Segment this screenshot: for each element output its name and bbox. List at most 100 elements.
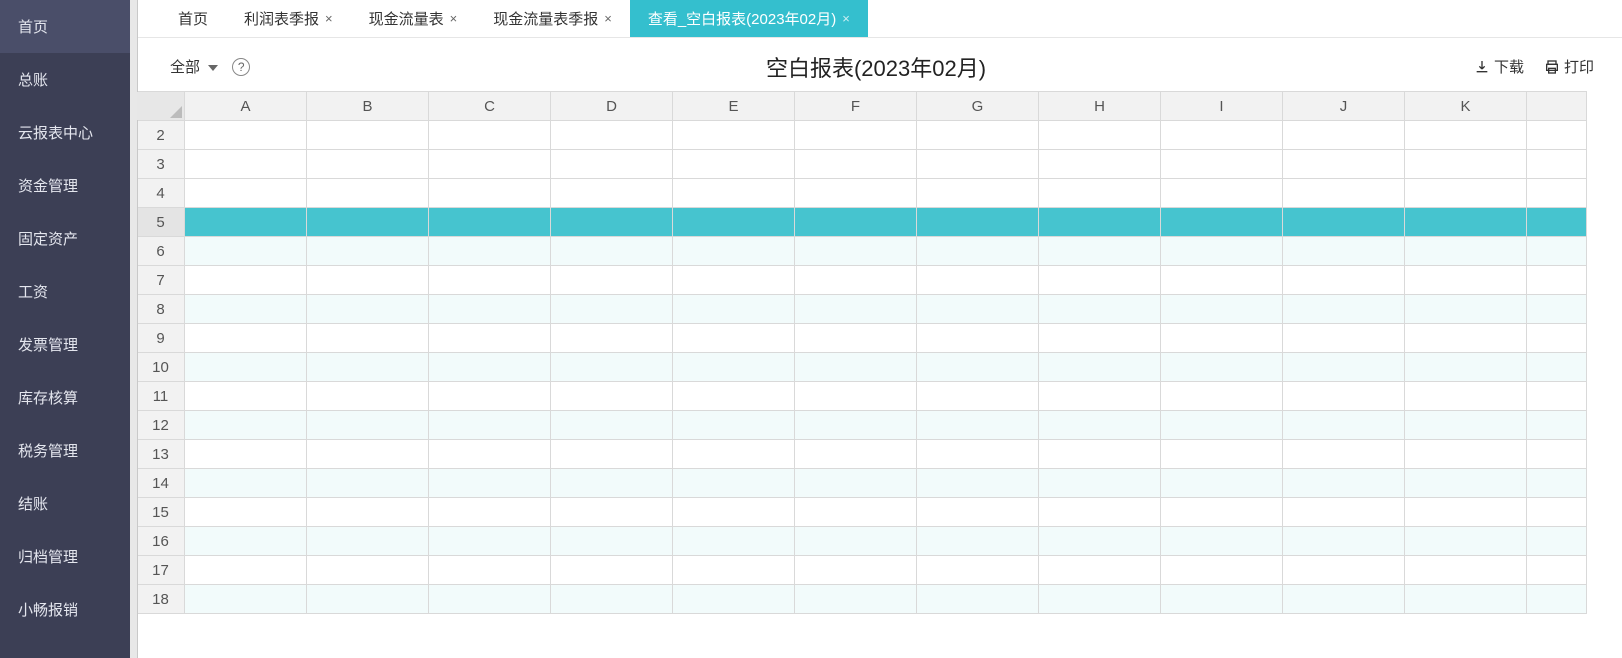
cell[interactable] — [551, 498, 673, 527]
cell[interactable] — [1527, 208, 1587, 237]
cell[interactable] — [185, 469, 307, 498]
sidebar-item-9[interactable]: 结账 — [0, 477, 130, 530]
column-header-C[interactable]: C — [429, 92, 551, 121]
cell[interactable] — [1283, 295, 1405, 324]
tab-4[interactable]: 查看_空白报表(2023年02月)× — [630, 0, 868, 37]
cell[interactable] — [1161, 353, 1283, 382]
cell[interactable] — [1283, 411, 1405, 440]
cell[interactable] — [1283, 498, 1405, 527]
cell[interactable] — [429, 237, 551, 266]
cell[interactable] — [1283, 556, 1405, 585]
cell[interactable] — [1527, 179, 1587, 208]
cell[interactable] — [1039, 527, 1161, 556]
cell[interactable] — [1161, 179, 1283, 208]
cell[interactable] — [307, 498, 429, 527]
sidebar-item-10[interactable]: 归档管理 — [0, 530, 130, 583]
cell[interactable] — [673, 150, 795, 179]
cell[interactable] — [917, 469, 1039, 498]
cell[interactable] — [307, 295, 429, 324]
cell[interactable] — [1161, 469, 1283, 498]
cell[interactable] — [1161, 324, 1283, 353]
cell[interactable] — [1039, 150, 1161, 179]
row-header-11[interactable]: 11 — [137, 382, 185, 411]
cell[interactable] — [307, 469, 429, 498]
cell[interactable] — [1161, 411, 1283, 440]
cell[interactable] — [1405, 295, 1527, 324]
column-header-H[interactable]: H — [1039, 92, 1161, 121]
row-header-6[interactable]: 6 — [137, 237, 185, 266]
cell[interactable] — [551, 179, 673, 208]
cell[interactable] — [1039, 295, 1161, 324]
cell[interactable] — [551, 353, 673, 382]
cell[interactable] — [551, 556, 673, 585]
cell[interactable] — [429, 498, 551, 527]
cell[interactable] — [917, 208, 1039, 237]
cell[interactable] — [795, 527, 917, 556]
cell[interactable] — [429, 556, 551, 585]
sidebar-item-11[interactable]: 小畅报销 — [0, 583, 130, 636]
cell[interactable] — [1405, 469, 1527, 498]
cell[interactable] — [307, 208, 429, 237]
column-header-extra[interactable] — [1527, 92, 1587, 121]
cell[interactable] — [1283, 266, 1405, 295]
cell[interactable] — [1283, 585, 1405, 614]
cell[interactable] — [307, 353, 429, 382]
cell[interactable] — [1283, 179, 1405, 208]
filter-dropdown[interactable]: 全部 — [170, 56, 218, 77]
row-header-3[interactable]: 3 — [137, 150, 185, 179]
cell[interactable] — [917, 498, 1039, 527]
cell[interactable] — [551, 237, 673, 266]
cell[interactable] — [795, 179, 917, 208]
spreadsheet[interactable]: ABCDEFGHIJK23456789101112131415161718 — [130, 91, 1622, 658]
cell[interactable] — [1527, 121, 1587, 150]
cell[interactable] — [1405, 440, 1527, 469]
cell[interactable] — [1039, 382, 1161, 411]
cell[interactable] — [1039, 353, 1161, 382]
column-header-A[interactable]: A — [185, 92, 307, 121]
cell[interactable] — [795, 382, 917, 411]
cell[interactable] — [1039, 179, 1161, 208]
cell[interactable] — [1405, 411, 1527, 440]
row-header-15[interactable]: 15 — [137, 498, 185, 527]
cell[interactable] — [673, 266, 795, 295]
cell[interactable] — [185, 266, 307, 295]
cell[interactable] — [307, 585, 429, 614]
cell[interactable] — [1039, 440, 1161, 469]
cell[interactable] — [917, 585, 1039, 614]
cell[interactable] — [1527, 237, 1587, 266]
cell[interactable] — [1039, 121, 1161, 150]
cell[interactable] — [1039, 411, 1161, 440]
sidebar-item-3[interactable]: 资金管理 — [0, 159, 130, 212]
cell[interactable] — [917, 411, 1039, 440]
cell[interactable] — [673, 179, 795, 208]
cell[interactable] — [307, 121, 429, 150]
cell[interactable] — [917, 556, 1039, 585]
cell[interactable] — [185, 382, 307, 411]
cell[interactable] — [1527, 498, 1587, 527]
sidebar-item-4[interactable]: 固定资产 — [0, 212, 130, 265]
cell[interactable] — [1527, 440, 1587, 469]
cell[interactable] — [1161, 266, 1283, 295]
cell[interactable] — [1283, 469, 1405, 498]
cell[interactable] — [673, 295, 795, 324]
close-icon[interactable]: × — [842, 11, 850, 26]
cell[interactable] — [1527, 411, 1587, 440]
cell[interactable] — [1405, 585, 1527, 614]
cell[interactable] — [1039, 208, 1161, 237]
cell[interactable] — [795, 353, 917, 382]
sidebar-item-6[interactable]: 发票管理 — [0, 318, 130, 371]
cell[interactable] — [795, 324, 917, 353]
column-header-K[interactable]: K — [1405, 92, 1527, 121]
cell[interactable] — [795, 266, 917, 295]
cell[interactable] — [1161, 121, 1283, 150]
row-header-13[interactable]: 13 — [137, 440, 185, 469]
close-icon[interactable]: × — [325, 11, 333, 26]
sidebar-item-5[interactable]: 工资 — [0, 265, 130, 318]
tab-1[interactable]: 利润表季报× — [226, 0, 351, 37]
cell[interactable] — [795, 469, 917, 498]
cell[interactable] — [673, 208, 795, 237]
cell[interactable] — [307, 527, 429, 556]
cell[interactable] — [673, 121, 795, 150]
row-header-8[interactable]: 8 — [137, 295, 185, 324]
cell[interactable] — [551, 469, 673, 498]
